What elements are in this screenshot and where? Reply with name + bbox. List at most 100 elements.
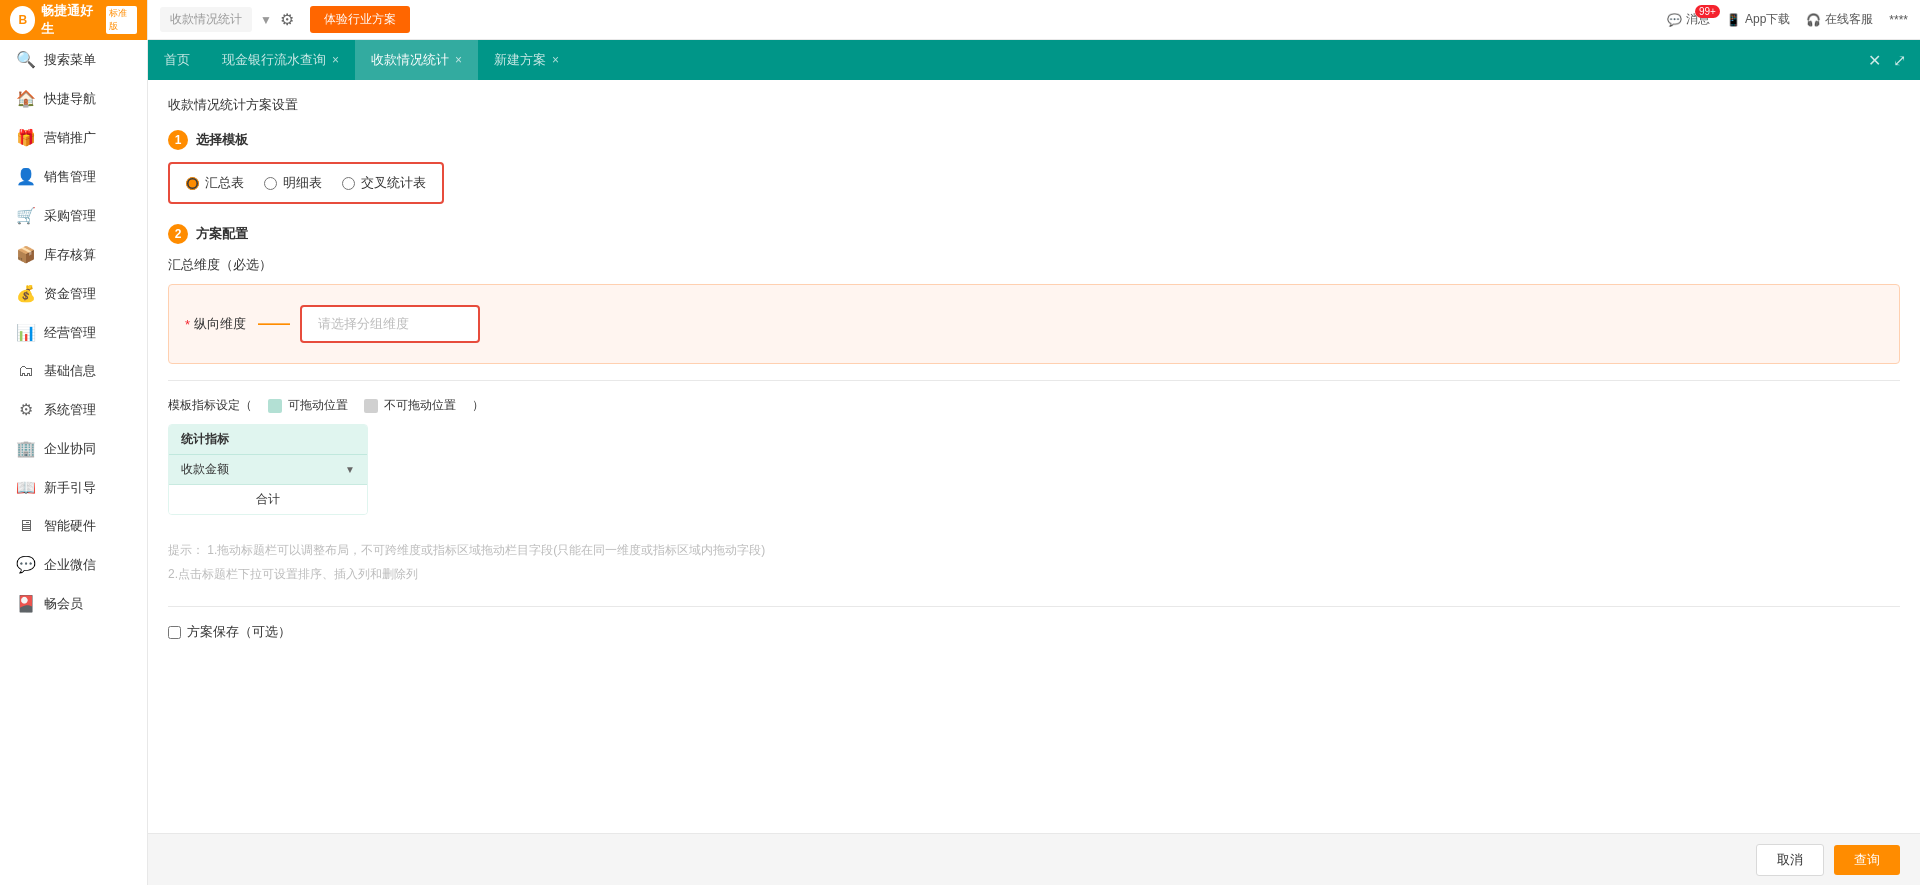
download-item[interactable]: 📱 App下载 [1726, 11, 1790, 28]
search-icon: 🔍 [16, 50, 36, 69]
legend-fixed-box [364, 399, 378, 413]
tab-bank-close[interactable]: × [332, 54, 339, 66]
chat-icon: 💬 [16, 555, 36, 574]
logo-icon: B [10, 6, 35, 34]
tab-new-plan[interactable]: 新建方案 × [478, 40, 575, 80]
service-item[interactable]: 🎧 在线客服 [1806, 11, 1873, 28]
metrics-title-text: 模板指标设定（ [168, 397, 252, 414]
sidebar-item-quick[interactable]: 🏠 快捷导航 [0, 79, 147, 118]
sidebar-item-member[interactable]: 🎴 畅会员 [0, 584, 147, 623]
metrics-table-header: 统计指标 [169, 425, 367, 455]
tab-bank-label: 现金银行流水查询 [222, 51, 326, 69]
sidebar-item-sales[interactable]: 👤 销售管理 [0, 157, 147, 196]
metrics-header: 模板指标设定（ 可拖动位置 不可拖动位置 ） [168, 397, 1900, 414]
sidebar-item-label: 经营管理 [44, 324, 96, 342]
message-item[interactable]: 💬 消息 99+ [1667, 11, 1710, 28]
sidebar-item-base[interactable]: 🗂 基础信息 [0, 352, 147, 390]
sidebar-item-search[interactable]: 🔍 搜索菜单 [0, 40, 147, 79]
legend-movable: 可拖动位置 [268, 397, 348, 414]
cancel-button[interactable]: 取消 [1756, 844, 1824, 876]
dimension-grid: * 纵向维度 —— 请选择分组维度 [168, 284, 1900, 364]
tip-row-1: 提示： 1.拖动标题栏可以调整布局，不可跨维度或指标区域拖动栏目字段(只能在同一… [168, 538, 1900, 562]
sidebar-item-label: 畅会员 [44, 595, 83, 613]
book-icon: 📖 [16, 478, 36, 497]
dimension-drop-zone[interactable]: 请选择分组维度 [300, 305, 480, 343]
radio-summary[interactable]: 汇总表 [186, 174, 244, 192]
radio-cross-input[interactable] [342, 177, 355, 190]
tabbar: 首页 现金银行流水查询 × 收款情况统计 × 新建方案 × ✕ ⤢ [148, 40, 1920, 80]
user-display: **** [1889, 13, 1908, 27]
legend-movable-box [268, 399, 282, 413]
tab-new-plan-label: 新建方案 [494, 51, 546, 69]
tab-stats[interactable]: 收款情况统计 × [355, 40, 478, 80]
download-label: App下载 [1745, 11, 1790, 28]
radio-detail-input[interactable] [264, 177, 277, 190]
metrics-column-cell[interactable]: 收款金额 ▼ [169, 455, 367, 485]
sidebar-item-purchase[interactable]: 🛒 采购管理 [0, 196, 147, 235]
dimension-title: 汇总维度（必选） [168, 256, 1900, 274]
tab-new-plan-close[interactable]: × [552, 54, 559, 66]
sidebar-item-wechat[interactable]: 💬 企业微信 [0, 545, 147, 584]
cart-icon: 🛒 [16, 206, 36, 225]
step2-section: 2 方案配置 汇总维度（必选） * 纵向维度 —— 请选择分组维度 [168, 224, 1900, 586]
radio-detail-label: 明细表 [283, 174, 322, 192]
card-icon: 🎴 [16, 594, 36, 613]
sidebar-item-label: 企业协同 [44, 440, 96, 458]
user-item[interactable]: **** [1889, 13, 1908, 27]
sidebar-nav: 🔍 搜索菜单 🏠 快捷导航 🎁 营销推广 👤 销售管理 🛒 采购管理 📦 库存核… [0, 40, 147, 885]
main-area: 收款情况统计 ▼ ⚙ 体验行业方案 💬 消息 99+ 📱 App下载 🎧 在线客… [148, 0, 1920, 885]
tabbar-right: ✕ ⤢ [1864, 47, 1920, 74]
topbar-settings-icon[interactable]: ⚙ [280, 10, 294, 29]
tab-stats-close[interactable]: × [455, 54, 462, 66]
tab-stats-label: 收款情况统计 [371, 51, 449, 69]
dimension-arrow-icon: —— [258, 315, 290, 333]
sidebar-item-guide[interactable]: 📖 新手引导 [0, 468, 147, 507]
logo-area: B 畅捷通好生 标准版 [0, 0, 147, 40]
tab-bank[interactable]: 现金银行流水查询 × [206, 40, 355, 80]
sidebar-item-corp[interactable]: 🏢 企业协同 [0, 429, 147, 468]
legend-fixed: 不可拖动位置 [364, 397, 456, 414]
tab-home[interactable]: 首页 [148, 40, 206, 80]
metrics-table: 统计指标 收款金额 ▼ 合计 [168, 424, 368, 515]
vertical-label-text: 纵向维度 [194, 315, 246, 333]
gear-icon: ⚙ [16, 400, 36, 419]
query-button[interactable]: 查询 [1834, 845, 1900, 875]
save-checkbox[interactable] [168, 626, 181, 639]
sidebar: B 畅捷通好生 标准版 🔍 搜索菜单 🏠 快捷导航 🎁 营销推广 👤 销售管理 … [0, 0, 148, 885]
monitor-icon: 🖥 [16, 517, 36, 535]
sidebar-item-marketing[interactable]: 🎁 营销推广 [0, 118, 147, 157]
sidebar-item-inventory[interactable]: 📦 库存核算 [0, 235, 147, 274]
sidebar-item-label: 销售管理 [44, 168, 96, 186]
vertical-dim-label: * 纵向维度 [185, 315, 246, 333]
footer: 取消 查询 [148, 833, 1920, 885]
sidebar-item-operation[interactable]: 📊 经营管理 [0, 313, 147, 352]
sidebar-item-label: 新手引导 [44, 479, 96, 497]
metrics-dropdown-icon[interactable]: ▼ [345, 464, 355, 475]
tips-section: 提示： 1.拖动标题栏可以调整布局，不可跨维度或指标区域拖动栏目字段(只能在同一… [168, 538, 1900, 586]
sidebar-item-finance[interactable]: 💰 资金管理 [0, 274, 147, 313]
sidebar-item-label: 系统管理 [44, 401, 96, 419]
step1-header: 1 选择模板 [168, 130, 1900, 150]
tip-text-2: 2.点击标题栏下拉可设置排序、插入列和删除列 [168, 562, 418, 586]
sidebar-item-system[interactable]: ⚙ 系统管理 [0, 390, 147, 429]
metrics-section: 模板指标设定（ 可拖动位置 不可拖动位置 ） 统计指标 [168, 397, 1900, 518]
home-icon: 🏠 [16, 89, 36, 108]
radio-summary-input[interactable] [186, 177, 199, 190]
step2-title: 方案配置 [196, 225, 248, 243]
trial-button[interactable]: 体验行业方案 [310, 6, 410, 33]
legend-fixed-label: 不可拖动位置 [384, 397, 456, 414]
gift-icon: 🎁 [16, 128, 36, 147]
chart-icon: 📊 [16, 323, 36, 342]
metrics-row-total: 合计 [169, 485, 367, 514]
logo-badge: 标准版 [106, 6, 137, 34]
radio-detail[interactable]: 明细表 [264, 174, 322, 192]
money-icon: 💰 [16, 284, 36, 303]
radio-cross[interactable]: 交叉统计表 [342, 174, 426, 192]
user-icon: 👤 [16, 167, 36, 186]
page-title: 收款情况统计方案设置 [168, 96, 1900, 114]
tabbar-close-icon[interactable]: ✕ [1864, 47, 1885, 74]
tabbar-expand-icon[interactable]: ⤢ [1889, 47, 1910, 74]
message-badge: 99+ [1695, 5, 1720, 18]
content-inner: 收款情况统计方案设置 1 选择模板 汇总表 明细表 [148, 80, 1920, 833]
sidebar-item-smart[interactable]: 🖥 智能硬件 [0, 507, 147, 545]
